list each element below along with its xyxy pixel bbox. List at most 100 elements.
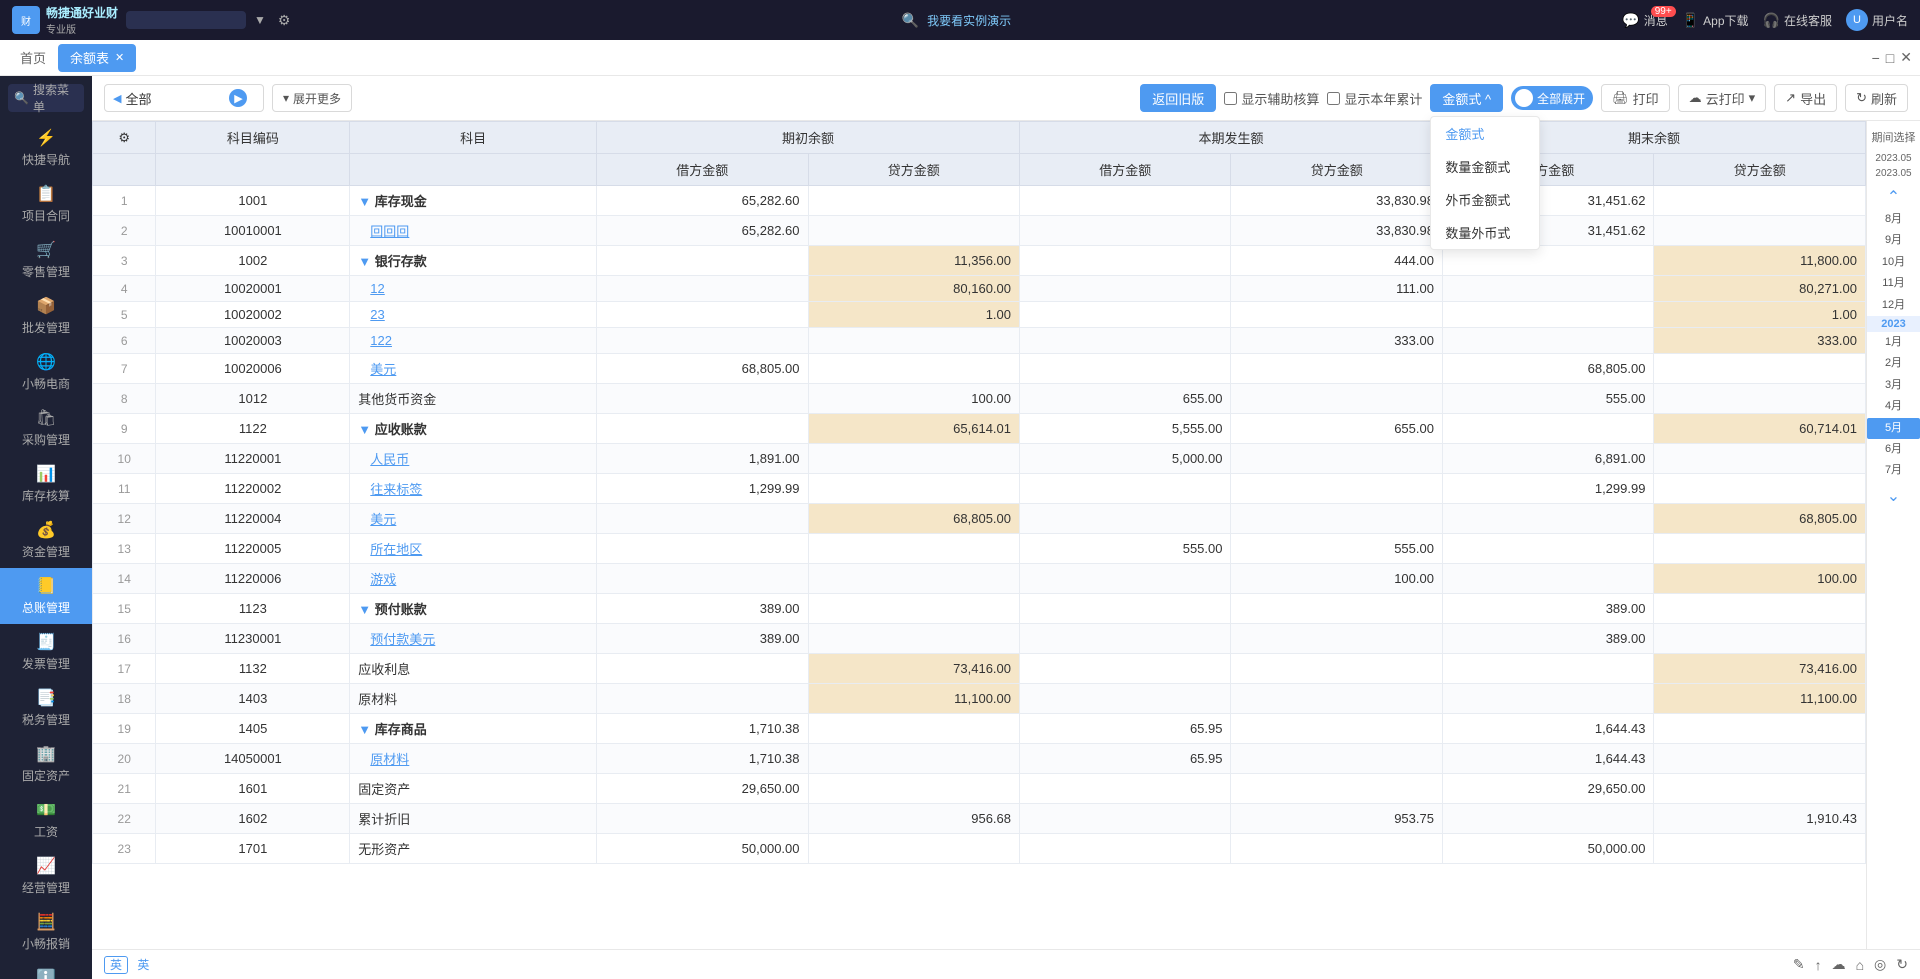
sidebar-item-inventory[interactable]: 📊 库存核算 bbox=[0, 456, 92, 512]
table-settings-icon[interactable]: ⚙ bbox=[118, 130, 130, 145]
sidebar-search[interactable]: 🔍 搜索菜单 bbox=[8, 84, 84, 112]
table-row[interactable]: 91122▼ 应收账款65,614.015,555.00655.0060,714… bbox=[93, 414, 1866, 444]
sidebar-item-tax[interactable]: 📑 税务管理 bbox=[0, 680, 92, 736]
month-5-btn[interactable]: 5月 bbox=[1867, 418, 1920, 439]
dropdown-item-qty-amount[interactable]: 数量金额式 bbox=[1431, 150, 1539, 183]
cell-subject: 美元 bbox=[350, 504, 597, 534]
month-3-btn[interactable]: 3月 bbox=[1867, 375, 1920, 396]
print-btn[interactable]: 🖨 打印 bbox=[1601, 84, 1670, 112]
tab-maximize-btn[interactable]: □ bbox=[1886, 50, 1894, 66]
cloud-icon[interactable]: ☁ bbox=[1832, 956, 1846, 973]
table-row[interactable]: 1111220002 往来标签1,299.991,299.99 bbox=[93, 474, 1866, 504]
dropdown-item-qty-foreign[interactable]: 数量外币式 bbox=[1431, 216, 1539, 249]
expand-all-toggle[interactable]: 全部展开 bbox=[1511, 86, 1593, 110]
bottom-icon-1[interactable]: 英 bbox=[137, 958, 149, 972]
export-btn[interactable]: ↗ 导出 bbox=[1774, 84, 1837, 112]
sidebar-item-wholesale[interactable]: 📦 批发管理 bbox=[0, 288, 92, 344]
upload-icon[interactable]: ↑ bbox=[1815, 957, 1822, 973]
sidebar-item-finance[interactable]: 💰 资金管理 bbox=[0, 512, 92, 568]
show-ytd-checkbox[interactable] bbox=[1327, 92, 1340, 105]
month-1-btn[interactable]: 1月 bbox=[1867, 332, 1920, 353]
tab-close-btn[interactable]: ✕ bbox=[1900, 49, 1912, 66]
table-row[interactable]: 31002▼ 银行存款11,356.00444.0011,800.00 bbox=[93, 246, 1866, 276]
edit-icon[interactable]: ✎ bbox=[1793, 956, 1805, 973]
dropdown-item-foreign-amount[interactable]: 外币金额式 bbox=[1431, 183, 1539, 216]
search-nav-arrow[interactable]: ▶ bbox=[229, 89, 247, 107]
sidebar-item-assets[interactable]: 🏢 固定资产 bbox=[0, 736, 92, 792]
panel-collapse-btn[interactable]: ⌄ bbox=[1887, 486, 1900, 506]
cloud-print-btn[interactable]: ☁ 云打印 ▾ bbox=[1678, 84, 1767, 112]
month-9-btn[interactable]: 9月 bbox=[1867, 230, 1920, 251]
sidebar-item-invoice[interactable]: 🧾 发票管理 bbox=[0, 624, 92, 680]
refresh-btn[interactable]: ↻ 刷新 bbox=[1845, 84, 1908, 112]
table-row[interactable]: 1411220006 游戏100.00100.00 bbox=[93, 564, 1866, 594]
month-8-btn[interactable]: 8月 bbox=[1867, 209, 1920, 230]
month-6-btn[interactable]: 6月 bbox=[1867, 439, 1920, 460]
language-btn[interactable]: 英 bbox=[104, 956, 128, 974]
sidebar-item-quick-nav[interactable]: ⚡ 快捷导航 bbox=[0, 120, 92, 176]
show-aux-checkbox[interactable] bbox=[1224, 92, 1237, 105]
panel-expand-btn[interactable]: ⌃ bbox=[1887, 187, 1900, 207]
amount-type-btn[interactable]: 金额式 ^ bbox=[1430, 84, 1503, 112]
table-row[interactable]: 1311220005 所在地区555.00555.00 bbox=[93, 534, 1866, 564]
window-dropdown-btn[interactable]: ▼ bbox=[254, 13, 266, 27]
table-row[interactable]: 221602累计折旧956.68953.751,910.43 bbox=[93, 804, 1866, 834]
table-row[interactable]: 81012其他货币资金100.00655.00555.00 bbox=[93, 384, 1866, 414]
message-btn[interactable]: 💬 消息 99+ bbox=[1622, 12, 1667, 29]
table-row[interactable]: 151123▼ 预付账款389.00389.00 bbox=[93, 594, 1866, 624]
sidebar-item-operations[interactable]: 📈 经营管理 bbox=[0, 848, 92, 904]
month-12-btn[interactable]: 12月 bbox=[1867, 295, 1920, 316]
sidebar-item-purchase[interactable]: 🛍 采购管理 bbox=[0, 400, 92, 456]
search-input[interactable] bbox=[125, 91, 225, 106]
home-icon[interactable]: ⌂ bbox=[1856, 957, 1864, 973]
month-4-btn[interactable]: 4月 bbox=[1867, 396, 1920, 417]
sidebar-item-ecommerce[interactable]: 🌐 小畅电商 bbox=[0, 344, 92, 400]
table-row[interactable]: 231701无形资产50,000.0050,000.00 bbox=[93, 834, 1866, 864]
month-7-btn[interactable]: 7月 bbox=[1867, 460, 1920, 481]
month-11-btn[interactable]: 11月 bbox=[1867, 273, 1920, 294]
table-row[interactable]: 510020002 231.001.00 bbox=[93, 302, 1866, 328]
tab-balance[interactable]: 余额表 ✕ bbox=[58, 44, 136, 72]
return-old-btn[interactable]: 返回旧版 bbox=[1140, 84, 1216, 112]
sidebar-item-salary[interactable]: 💵 工资 bbox=[0, 792, 92, 848]
month-2-btn[interactable]: 2月 bbox=[1867, 353, 1920, 374]
cell-closing-credit bbox=[1654, 354, 1866, 384]
table-row[interactable]: 1611230001 预付款美元389.00389.00 bbox=[93, 624, 1866, 654]
show-ytd-label[interactable]: 显示本年累计 bbox=[1327, 89, 1422, 108]
sidebar-item-basic-info[interactable]: ℹ️ 基础信息 bbox=[0, 960, 92, 979]
sidebar-item-expense[interactable]: 🧮 小畅报销 bbox=[0, 904, 92, 960]
table-row[interactable]: 210010001 回回回65,282.6033,830.9831,451.62 bbox=[93, 216, 1866, 246]
user-avatar-btn[interactable]: U 用户名 bbox=[1846, 9, 1908, 31]
table-row[interactable]: 171132应收利息73,416.0073,416.00 bbox=[93, 654, 1866, 684]
table-row[interactable]: 610020003 122333.00333.00 bbox=[93, 328, 1866, 354]
table-row[interactable]: 211601固定资产29,650.0029,650.00 bbox=[93, 774, 1866, 804]
month-10-btn[interactable]: 10月 bbox=[1867, 252, 1920, 273]
target-icon[interactable]: ◎ bbox=[1874, 956, 1886, 973]
refresh-bottom-icon[interactable]: ↻ bbox=[1896, 956, 1908, 973]
sidebar-item-project[interactable]: 📋 项目合同 bbox=[0, 176, 92, 232]
table-row[interactable]: 2014050001 原材料1,710.3865.951,644.43 bbox=[93, 744, 1866, 774]
settings-icon[interactable]: ⚙ bbox=[278, 12, 291, 29]
online-service-btn[interactable]: 🎧 在线客服 bbox=[1763, 12, 1832, 29]
app-download-btn[interactable]: 📱 App下载 bbox=[1682, 12, 1749, 29]
table-row[interactable]: 1211220004 美元68,805.0068,805.00 bbox=[93, 504, 1866, 534]
table-row[interactable]: 1011220001 人民币1,891.005,000.006,891.00 bbox=[93, 444, 1866, 474]
search-box[interactable]: ◀ ▶ bbox=[104, 84, 264, 112]
tab-home[interactable]: 首页 bbox=[8, 44, 58, 72]
sidebar-item-ledger[interactable]: 📒 总账管理 bbox=[0, 568, 92, 624]
window-title-input[interactable] bbox=[126, 11, 246, 29]
tab-minimize-btn[interactable]: − bbox=[1872, 50, 1880, 66]
sidebar-item-retail[interactable]: 🛒 零售管理 bbox=[0, 232, 92, 288]
table-row[interactable]: 710020006 美元68,805.0068,805.00 bbox=[93, 354, 1866, 384]
col-settings[interactable]: ⚙ bbox=[93, 122, 156, 154]
table-row[interactable]: 410020001 1280,160.00111.0080,271.00 bbox=[93, 276, 1866, 302]
dropdown-item-amount[interactable]: 金额式 bbox=[1431, 117, 1539, 150]
tab-balance-close[interactable]: ✕ bbox=[115, 51, 124, 64]
table-row[interactable]: 11001▼ 库存现金65,282.6033,830.9831,451.62 bbox=[93, 186, 1866, 216]
cell-code: 10020001 bbox=[156, 276, 350, 302]
demo-link[interactable]: 我要看实例演示 bbox=[927, 12, 1011, 29]
expand-more-btn[interactable]: ▾ 展开更多 bbox=[272, 84, 352, 112]
table-row[interactable]: 191405▼ 库存商品1,710.3865.951,644.43 bbox=[93, 714, 1866, 744]
table-row[interactable]: 181403原材料11,100.0011,100.00 bbox=[93, 684, 1866, 714]
show-aux-label[interactable]: 显示辅助核算 bbox=[1224, 89, 1319, 108]
